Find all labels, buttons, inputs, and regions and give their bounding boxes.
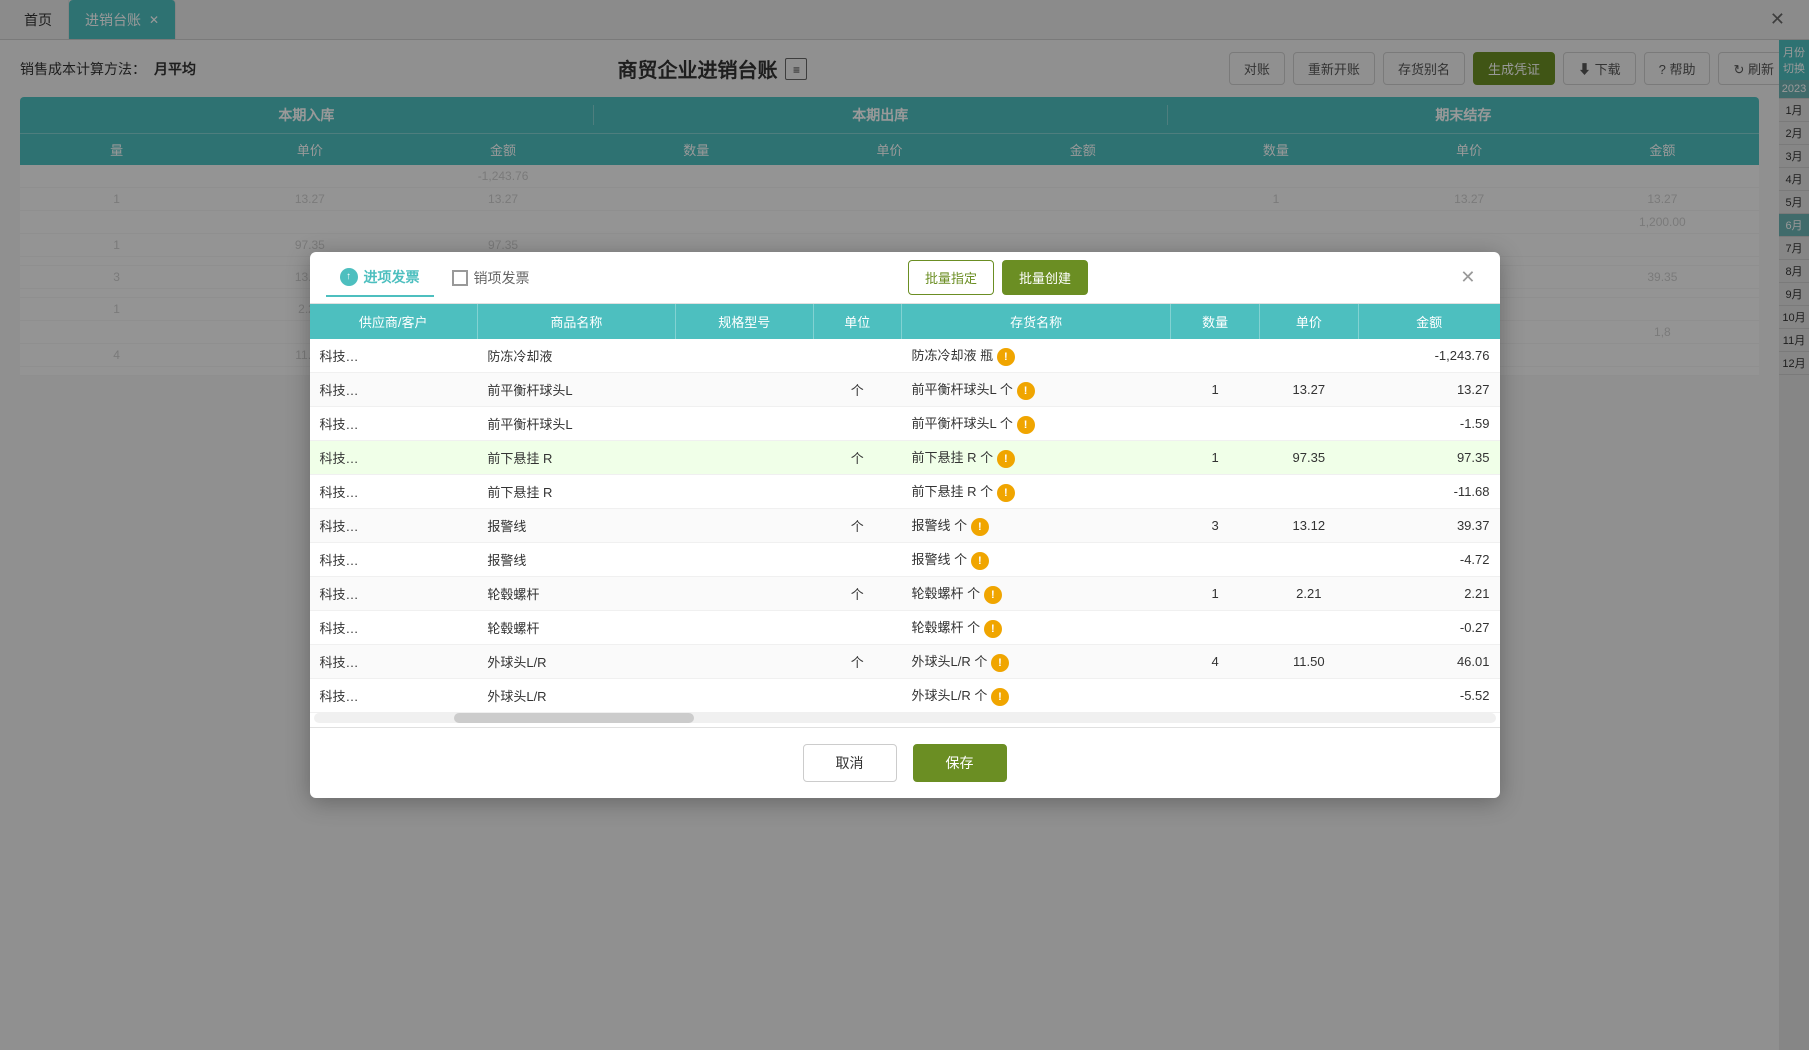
table-scrollbar-thumb[interactable] [454,713,694,723]
save-button[interactable]: 保存 [913,744,1007,782]
table-row: 科技…前下悬挂 R个前下悬挂 R 个 !197.3597.35 [310,441,1500,475]
invoice-data-table: 供应商/客户 商品名称 规格型号 单位 存货名称 数量 单价 金额 科技…防冻冷… [310,304,1500,713]
col-quantity: 数量 [1171,304,1260,339]
table-row: 科技…防冻冷却液防冻冷却液 瓶 !-1,243.76 [310,339,1500,373]
app-container: 首页 进销台账 ✕ ✕ 销售成本计算方法： 月平均 商贸企业进销台账 ≡ [0,0,1809,1050]
col-supplier: 供应商/客户 [310,304,478,339]
modal-header: ↑ 进项发票 销项发票 批量指定 批量创建 ✕ [310,252,1500,304]
tab-outbound-invoice[interactable]: 销项发票 [438,260,544,296]
col-price: 单价 [1259,304,1358,339]
warning-icon: ! [997,348,1015,366]
warning-icon: ! [991,688,1009,706]
table-row: 科技…外球头L/R个外球头L/R 个 !411.5046.01 [310,645,1500,679]
batch-create-button[interactable]: 批量创建 [1002,260,1088,295]
col-product: 商品名称 [477,304,675,339]
inbound-invoice-icon: ↑ [340,268,358,286]
invoice-modal: ↑ 进项发票 销项发票 批量指定 批量创建 ✕ 供应商 [310,252,1500,798]
table-row: 科技…报警线个报警线 个 !313.1239.37 [310,509,1500,543]
tab-inbound-invoice[interactable]: ↑ 进项发票 [326,259,434,297]
warning-icon: ! [991,654,1009,672]
col-inventory: 存货名称 [902,304,1171,339]
warning-icon: ! [984,620,1002,638]
outbound-invoice-label: 销项发票 [474,268,530,288]
col-unit: 单位 [813,304,902,339]
table-row: 科技…报警线报警线 个 !-4.72 [310,543,1500,577]
table-row: 科技…前平衡杆球头L前平衡杆球头L 个 !-1.59 [310,407,1500,441]
warning-icon: ! [1017,382,1035,400]
table-row: 科技…轮毂螺杆个轮毂螺杆 个 !12.212.21 [310,577,1500,611]
warning-icon: ! [1017,416,1035,434]
modal-footer: 取消 保存 [310,727,1500,798]
warning-icon: ! [997,484,1015,502]
inbound-invoice-label: 进项发票 [364,267,420,287]
modal-action-buttons: 批量指定 批量创建 [908,260,1088,295]
modal-overlay: ↑ 进项发票 销项发票 批量指定 批量创建 ✕ 供应商 [0,0,1809,1050]
outbound-invoice-icon [452,270,468,286]
batch-assign-button[interactable]: 批量指定 [908,260,994,295]
table-row: 科技…外球头L/R外球头L/R 个 !-5.52 [310,679,1500,713]
warning-icon: ! [997,450,1015,468]
table-horizontal-scrollbar[interactable] [314,713,1496,723]
table-row: 科技…前下悬挂 R前下悬挂 R 个 !-11.68 [310,475,1500,509]
col-amount: 金额 [1358,304,1499,339]
table-row: 科技…前平衡杆球头L个前平衡杆球头L 个 !113.2713.27 [310,373,1500,407]
cancel-button[interactable]: 取消 [803,744,897,782]
warning-icon: ! [971,552,989,570]
warning-icon: ! [971,518,989,536]
col-spec: 规格型号 [676,304,814,339]
warning-icon: ! [984,586,1002,604]
modal-close-button[interactable]: ✕ [1452,263,1483,292]
table-row: 科技…轮毂螺杆轮毂螺杆 个 !-0.27 [310,611,1500,645]
